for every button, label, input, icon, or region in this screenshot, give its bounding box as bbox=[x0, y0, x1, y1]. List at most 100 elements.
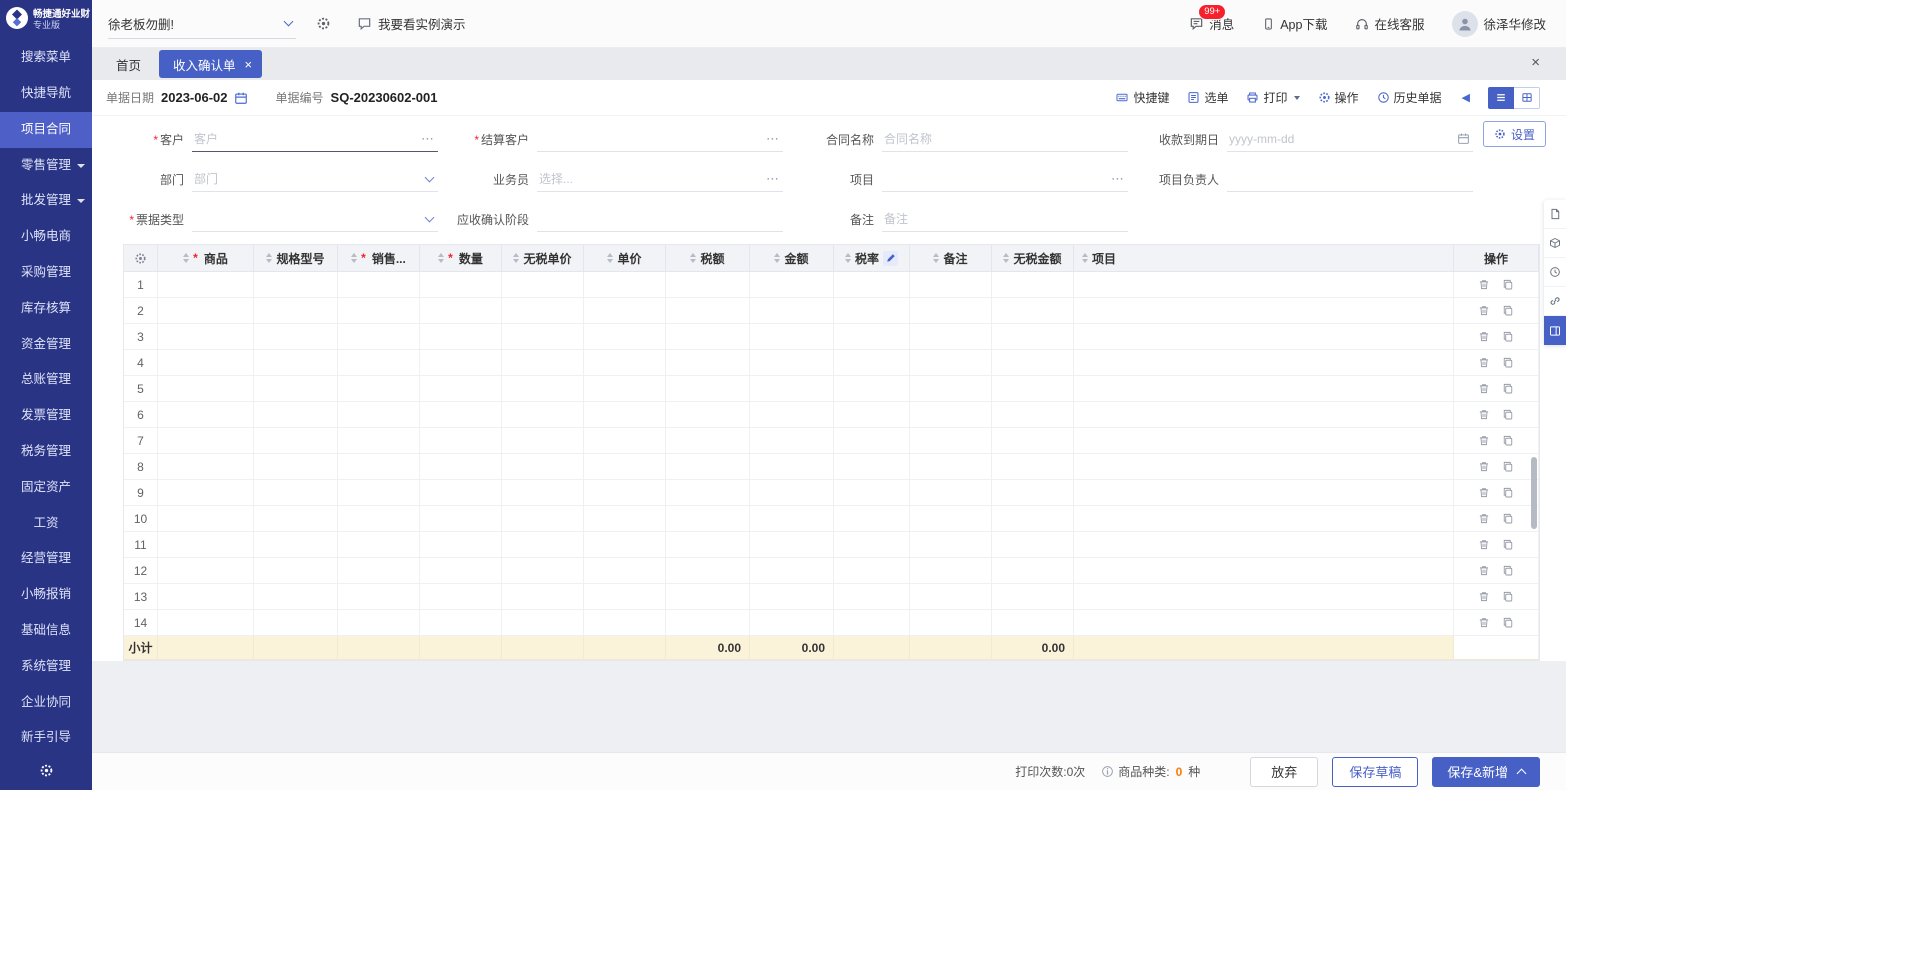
delete-row-icon[interactable] bbox=[1478, 564, 1490, 577]
cell-remark[interactable] bbox=[910, 558, 992, 583]
cell-amount[interactable] bbox=[750, 480, 834, 505]
cell-tax_rate[interactable] bbox=[834, 558, 910, 583]
tab-close-icon[interactable]: × bbox=[245, 58, 253, 71]
cell-spec[interactable] bbox=[254, 428, 338, 453]
cell-no_tax_amount[interactable] bbox=[992, 324, 1074, 349]
cell-amount[interactable] bbox=[750, 272, 834, 297]
confirm-stage-input[interactable] bbox=[537, 211, 783, 226]
cell-qty[interactable] bbox=[420, 532, 502, 557]
cell-qty[interactable] bbox=[420, 454, 502, 479]
cell-no_tax_amount[interactable] bbox=[992, 558, 1074, 583]
cell-product[interactable] bbox=[158, 298, 254, 323]
discard-button[interactable]: 放弃 bbox=[1250, 756, 1319, 787]
side-tool-history-button[interactable] bbox=[1544, 258, 1566, 287]
copy-row-icon[interactable] bbox=[1502, 278, 1514, 291]
ellipsis-picker-icon[interactable]: ⋯ bbox=[1111, 166, 1125, 191]
cell-product[interactable] bbox=[158, 532, 254, 557]
save-draft-button[interactable]: 保存草稿 bbox=[1332, 756, 1419, 787]
delete-row-icon[interactable] bbox=[1478, 408, 1490, 421]
side-tool-document-button[interactable] bbox=[1544, 200, 1566, 229]
column-header-remark[interactable]: 备注 bbox=[910, 245, 992, 271]
cell-product[interactable] bbox=[158, 402, 254, 427]
delete-row-icon[interactable] bbox=[1478, 512, 1490, 525]
cell-sales[interactable] bbox=[338, 506, 420, 531]
history-docs-button[interactable]: 历史单据 bbox=[1377, 89, 1442, 106]
cell-qty[interactable] bbox=[420, 272, 502, 297]
cell-no_tax_price[interactable] bbox=[502, 558, 584, 583]
column-header-tax_rate[interactable]: 税率 bbox=[834, 245, 910, 271]
cell-remark[interactable] bbox=[910, 272, 992, 297]
cell-remark[interactable] bbox=[910, 532, 992, 557]
cell-tax_rate[interactable] bbox=[834, 298, 910, 323]
cell-amount[interactable] bbox=[750, 376, 834, 401]
cell-tax_rate[interactable] bbox=[834, 454, 910, 479]
cell-tax_rate[interactable] bbox=[834, 532, 910, 557]
cell-no_tax_amount[interactable] bbox=[992, 428, 1074, 453]
cell-remark[interactable] bbox=[910, 506, 992, 531]
sidebar-item-tax-mgmt[interactable]: 税务管理 bbox=[0, 434, 92, 470]
sidebar-item-fixed-assets[interactable]: 固定资产 bbox=[0, 470, 92, 506]
cell-spec[interactable] bbox=[254, 584, 338, 609]
sidebar-item-system-mgmt[interactable]: 系统管理 bbox=[0, 649, 92, 685]
cell-no_tax_price[interactable] bbox=[502, 428, 584, 453]
cell-tax_rate[interactable] bbox=[834, 350, 910, 375]
shortcut-keys-button[interactable]: 快捷键 bbox=[1115, 89, 1169, 106]
doc-date-value[interactable]: 2023-06-02 bbox=[161, 90, 228, 105]
sidebar-item-general-ledger[interactable]: 总账管理 bbox=[0, 362, 92, 398]
delete-row-icon[interactable] bbox=[1478, 330, 1490, 343]
ellipsis-picker-icon[interactable]: ⋯ bbox=[766, 126, 780, 151]
tab-income-confirmation[interactable]: 收入确认单 × bbox=[159, 50, 263, 78]
column-header-qty[interactable]: * 数量 bbox=[420, 245, 502, 271]
cell-qty[interactable] bbox=[420, 428, 502, 453]
cell-spec[interactable] bbox=[254, 298, 338, 323]
cell-tax_rate[interactable] bbox=[834, 480, 910, 505]
cell-tax_rate[interactable] bbox=[834, 584, 910, 609]
delete-row-icon[interactable] bbox=[1478, 382, 1490, 395]
operations-button[interactable]: 操作 bbox=[1318, 89, 1359, 106]
side-tool-link-button[interactable] bbox=[1544, 287, 1566, 316]
cell-no_tax_price[interactable] bbox=[502, 610, 584, 635]
cell-no_tax_price[interactable] bbox=[502, 454, 584, 479]
messages-button[interactable]: 99+ 消息 bbox=[1189, 4, 1234, 33]
cell-project[interactable] bbox=[1074, 506, 1454, 531]
cell-sales[interactable] bbox=[338, 532, 420, 557]
cell-tax_rate[interactable] bbox=[834, 610, 910, 635]
demo-link[interactable]: 我要看实例演示 bbox=[357, 14, 466, 33]
sidebar-item-project-contract[interactable]: 项目合同 bbox=[0, 111, 92, 148]
app-download-button[interactable]: App下载 bbox=[1262, 14, 1327, 33]
cell-spec[interactable] bbox=[254, 506, 338, 531]
cell-sales[interactable] bbox=[338, 272, 420, 297]
calendar-icon[interactable] bbox=[1457, 126, 1470, 151]
cell-price[interactable] bbox=[584, 558, 666, 583]
cell-spec[interactable] bbox=[254, 376, 338, 401]
cell-no_tax_amount[interactable] bbox=[992, 402, 1074, 427]
cell-sales[interactable] bbox=[338, 324, 420, 349]
tab-home[interactable]: 首页 bbox=[104, 55, 153, 74]
cell-product[interactable] bbox=[158, 350, 254, 375]
cell-remark[interactable] bbox=[910, 402, 992, 427]
cell-project[interactable] bbox=[1074, 324, 1454, 349]
project-leader-input[interactable] bbox=[1227, 171, 1473, 186]
column-header-price[interactable]: 单价 bbox=[584, 245, 666, 271]
cell-no_tax_price[interactable] bbox=[502, 480, 584, 505]
cell-no_tax_amount[interactable] bbox=[992, 454, 1074, 479]
cell-sales[interactable] bbox=[338, 480, 420, 505]
copy-row-icon[interactable] bbox=[1502, 538, 1514, 551]
cell-sales[interactable] bbox=[338, 558, 420, 583]
cell-amount[interactable] bbox=[750, 402, 834, 427]
cell-spec[interactable] bbox=[254, 610, 338, 635]
sidebar-item-inventory-accounting[interactable]: 库存核算 bbox=[0, 291, 92, 327]
cell-no_tax_amount[interactable] bbox=[992, 584, 1074, 609]
cell-remark[interactable] bbox=[910, 584, 992, 609]
cell-no_tax_price[interactable] bbox=[502, 350, 584, 375]
edit-icon[interactable] bbox=[883, 250, 898, 266]
cell-price[interactable] bbox=[584, 506, 666, 531]
copy-row-icon[interactable] bbox=[1502, 434, 1514, 447]
cell-tax_rate[interactable] bbox=[834, 428, 910, 453]
cell-project[interactable] bbox=[1074, 402, 1454, 427]
cell-amount[interactable] bbox=[750, 324, 834, 349]
cell-remark[interactable] bbox=[910, 376, 992, 401]
cell-tax_rate[interactable] bbox=[834, 506, 910, 531]
list-view-button[interactable] bbox=[1488, 86, 1514, 109]
ellipsis-picker-icon[interactable]: ⋯ bbox=[421, 126, 435, 151]
